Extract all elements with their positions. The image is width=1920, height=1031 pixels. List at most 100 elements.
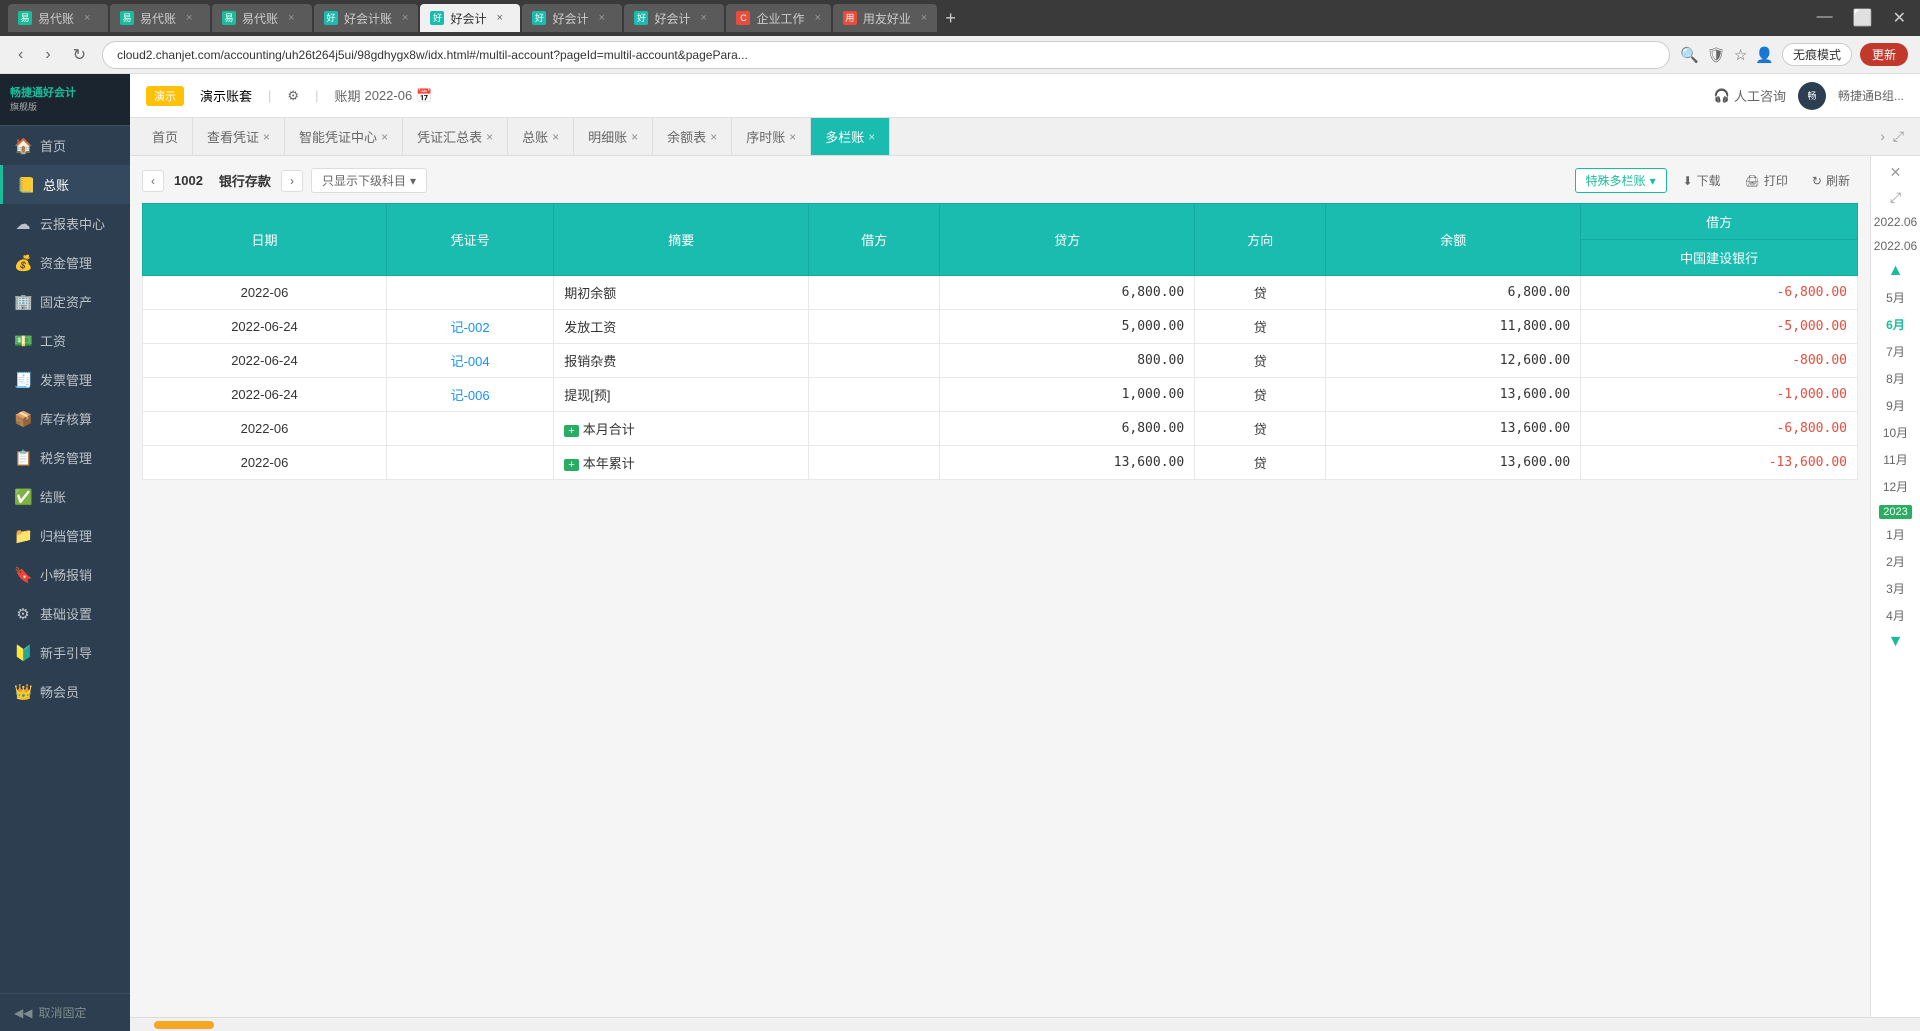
sidebar-item-inventory[interactable]: 📦 库存核算 [0, 399, 130, 438]
tab-close-0[interactable]: × [84, 12, 90, 24]
timeline-month-item[interactable]: 6月 [1879, 311, 1911, 338]
sidebar-item-expense[interactable]: 🔖 小畅报销 [0, 555, 130, 594]
page-tab-voucher-summary[interactable]: 凭证汇总表 × [403, 118, 508, 156]
star-icon[interactable]: ☆ [1734, 46, 1747, 64]
page-tab-close-6[interactable]: × [710, 130, 717, 144]
tab-close-1[interactable]: × [186, 12, 192, 24]
timeline-close-btn[interactable]: ✕ [1886, 160, 1906, 185]
page-tab-close-2[interactable]: × [381, 130, 388, 144]
timeline-date-2[interactable]: 2022.06 [1871, 234, 1920, 258]
period-header[interactable]: 账期 2022-06 📅 [334, 86, 432, 105]
browser-tab-1[interactable]: 易 易代账 × [110, 4, 210, 32]
user-avatar[interactable]: 畅 [1798, 82, 1826, 110]
timeline-month-item[interactable]: 10月 [1879, 419, 1911, 446]
page-tab-multi-column[interactable]: 多栏账 × [811, 118, 890, 156]
page-tab-close-8[interactable]: × [868, 130, 875, 144]
timeline-expand-btn[interactable]: ⤢ [1886, 185, 1905, 210]
page-tab-detail-ledger[interactable]: 明细账 × [574, 118, 653, 156]
sidebar-item-settings[interactable]: ⚙ 基础设置 [0, 594, 130, 633]
settings-header-btn[interactable]: ⚙ [287, 88, 299, 104]
timeline-month-item[interactable]: 7月 [1879, 338, 1911, 365]
tab-close-8[interactable]: × [921, 12, 927, 24]
voucher-link[interactable]: 记-002 [451, 320, 490, 335]
tab-close-7[interactable]: × [814, 12, 820, 24]
page-tab-balance[interactable]: 余额表 × [653, 118, 732, 156]
sidebar-cancel-fixed[interactable]: ◀◀ 取消固定 [0, 993, 130, 1031]
tab-close-6[interactable]: × [700, 12, 706, 24]
tab-collapse-btn[interactable]: › ⤢ [1872, 128, 1912, 145]
profile-icon[interactable]: 👤 [1755, 46, 1774, 64]
sidebar-item-member[interactable]: 👑 畅会员 [0, 672, 130, 711]
sidebar-item-reports[interactable]: ☁ 云报表中心 [0, 204, 130, 243]
timeline-month-item[interactable]: 4月 [1879, 602, 1911, 629]
tab-close-5[interactable]: × [598, 12, 604, 24]
timeline-month-item[interactable]: 1月 [1879, 521, 1911, 548]
browser-tab-4[interactable]: 好 好会计 × [420, 4, 520, 32]
sidebar-item-funds[interactable]: 💰 资金管理 [0, 243, 130, 282]
timeline-scroll-up[interactable]: ▲ [1884, 258, 1908, 284]
page-tab-close-5[interactable]: × [631, 130, 638, 144]
timeline-month-item[interactable]: 11月 [1879, 446, 1911, 473]
special-multi-col-btn[interactable]: 特殊多栏账 ▾ [1575, 168, 1667, 193]
browser-tab-2[interactable]: 易 易代账 × [212, 4, 312, 32]
search-icon[interactable]: 🔍 [1680, 46, 1699, 64]
timeline-scroll-down[interactable]: ▼ [1884, 629, 1908, 655]
download-btn[interactable]: ⬇ 下载 [1675, 169, 1729, 192]
sidebar-item-archive[interactable]: 📁 归档管理 [0, 516, 130, 555]
timeline-month-item[interactable]: 8月 [1879, 365, 1911, 392]
sidebar-item-guide[interactable]: 🔰 新手引导 [0, 633, 130, 672]
minimize-button[interactable]: — [1811, 6, 1839, 30]
page-tab-close-7[interactable]: × [789, 130, 796, 144]
refresh-btn[interactable]: ↻ 刷新 [1804, 169, 1858, 192]
browser-tab-3[interactable]: 好 好会计账 × [314, 4, 418, 32]
browser-tab-7[interactable]: C 企业工作 × [726, 4, 830, 32]
tab-close-2[interactable]: × [288, 12, 294, 24]
service-btn[interactable]: 🎧 人工咨询 [1714, 86, 1786, 105]
browser-tab-0[interactable]: 易 易代账 × [8, 4, 108, 32]
print-btn[interactable]: 🖨 打印 [1737, 169, 1796, 192]
next-account-btn[interactable]: › [281, 170, 303, 192]
sidebar-item-assets[interactable]: 🏢 固定资产 [0, 282, 130, 321]
scroll-thumb[interactable] [154, 1021, 214, 1029]
horizontal-scrollbar[interactable] [130, 1017, 1920, 1031]
page-tab-home[interactable]: 首页 [138, 118, 193, 156]
page-tab-close-4[interactable]: × [552, 130, 559, 144]
update-button[interactable]: 更新 [1860, 43, 1908, 66]
timeline-month-item[interactable]: 2月 [1879, 548, 1911, 575]
page-tab-general-ledger[interactable]: 总账 × [508, 118, 574, 156]
prev-account-btn[interactable]: ‹ [142, 170, 164, 192]
wuhen-mode-button[interactable]: 无痕模式 [1782, 43, 1852, 66]
page-tab-view-voucher[interactable]: 查看凭证 × [193, 118, 285, 156]
reload-button[interactable]: ↻ [67, 43, 92, 67]
tab-close-3[interactable]: × [402, 12, 408, 24]
sidebar-item-ledger[interactable]: 📒 总账 [0, 165, 130, 204]
browser-tab-5[interactable]: 好 好会计 × [522, 4, 622, 32]
sidebar-item-invoice[interactable]: 🧾 发票管理 [0, 360, 130, 399]
sidebar-item-salary[interactable]: 💵 工资 [0, 321, 130, 360]
sidebar-item-tax[interactable]: 📋 税务管理 [0, 438, 130, 477]
browser-tab-8[interactable]: 用 用友好业 × [833, 4, 937, 32]
page-tab-journal[interactable]: 序时账 × [732, 118, 811, 156]
timeline-month-item[interactable]: 9月 [1879, 392, 1911, 419]
page-tab-close-3[interactable]: × [486, 130, 493, 144]
back-button[interactable]: ‹ [12, 44, 29, 66]
restore-button[interactable]: ⬜ [1847, 6, 1879, 30]
year-2023-badge[interactable]: 2023 [1879, 500, 1911, 521]
voucher-link[interactable]: 记-004 [451, 354, 490, 369]
voucher-link[interactable]: 记-006 [451, 388, 490, 403]
timeline-date-1[interactable]: 2022.06 [1871, 210, 1920, 234]
timeline-month-item[interactable]: 12月 [1879, 473, 1911, 500]
timeline-month-item[interactable]: 3月 [1879, 575, 1911, 602]
sidebar-item-close[interactable]: ✅ 结账 [0, 477, 130, 516]
close-button[interactable]: ✕ [1887, 6, 1912, 30]
timeline-month-item[interactable]: 5月 [1879, 284, 1911, 311]
page-tab-smart-voucher[interactable]: 智能凭证中心 × [285, 118, 403, 156]
forward-button[interactable]: › [39, 44, 56, 66]
filter-dropdown[interactable]: 只显示下级科目 ▾ [311, 168, 427, 193]
sidebar-item-home[interactable]: 🏠 首页 [0, 126, 130, 165]
tab-close-4[interactable]: × [496, 12, 502, 24]
page-tab-close-1[interactable]: × [263, 130, 270, 144]
new-tab-button[interactable]: + [939, 8, 962, 29]
browser-tab-6[interactable]: 好 好会计 × [624, 4, 724, 32]
address-input[interactable] [102, 41, 1670, 69]
